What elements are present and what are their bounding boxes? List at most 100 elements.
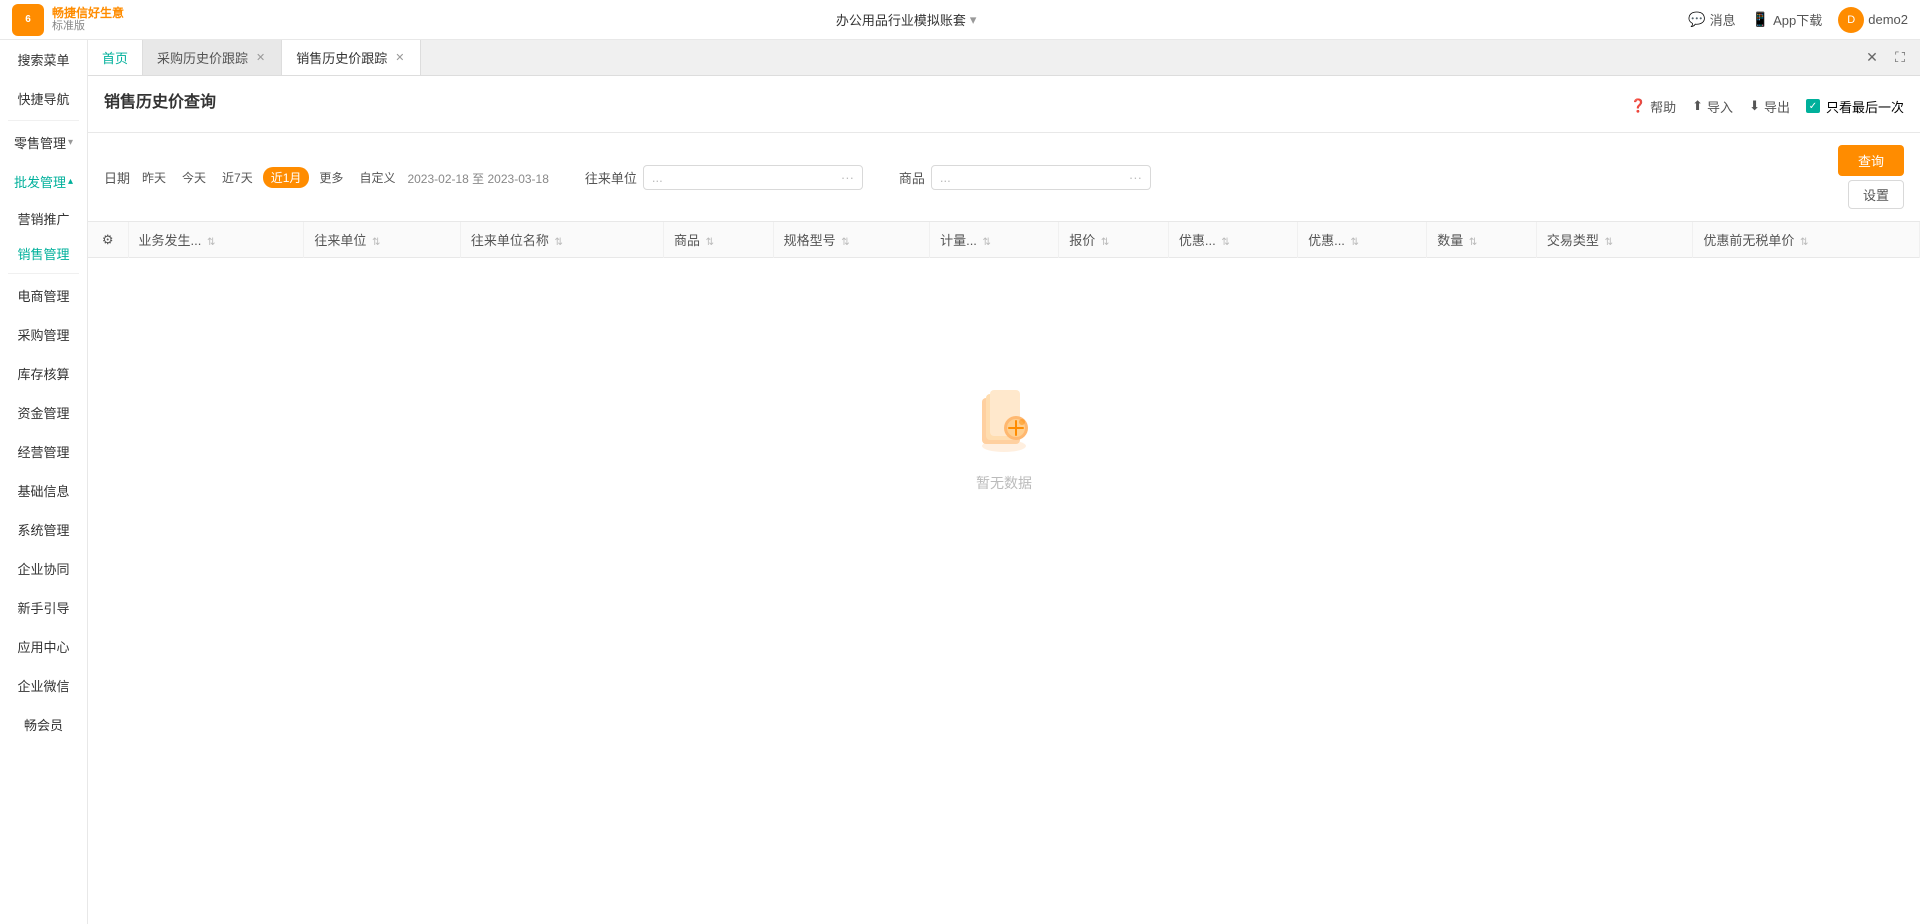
sidebar-label-retail-mgmt: 零售管理	[14, 133, 66, 152]
sidebar-item-inventory[interactable]: 库存核算	[0, 354, 87, 393]
sidebar-item-enterprise-collab[interactable]: 企业协同	[0, 549, 87, 588]
sidebar-item-operations-mgmt[interactable]: 经营管理	[0, 432, 87, 471]
user-info[interactable]: D demo2	[1838, 7, 1908, 33]
page-header: 销售历史价查询 ❓ 帮助 ⬆ 导入 ⬇ 导出	[88, 76, 1920, 133]
sort-partner-icon: ⇅	[372, 237, 380, 248]
col-gear[interactable]: ⚙	[88, 222, 128, 258]
filter-action-btns: 查询 设置	[1838, 145, 1904, 209]
sort-product-icon: ⇅	[706, 237, 714, 248]
topbar-left: 6 畅捷信好生意 标准版	[12, 4, 124, 36]
msg-icon: 💬	[1688, 11, 1705, 28]
sidebar-item-basic-info[interactable]: 基础信息	[0, 471, 87, 510]
date-btn-7days[interactable]: 近7天	[216, 167, 259, 188]
query-button[interactable]: 查询	[1838, 145, 1904, 176]
tab-home-label: 首页	[102, 48, 128, 67]
sidebar-item-new-guide[interactable]: 新手引导	[0, 588, 87, 627]
product-label: 商品	[899, 168, 925, 187]
help-icon: ❓	[1630, 98, 1646, 114]
gear-icon: ⚙	[102, 232, 114, 247]
sidebar-item-app-center[interactable]: 应用中心	[0, 627, 87, 666]
sort-biz-date-icon: ⇅	[207, 237, 215, 248]
page-header-actions: ❓ 帮助 ⬆ 导入 ⬇ 导出 ✓	[1630, 97, 1904, 116]
only-last-checkbox[interactable]: ✓	[1806, 99, 1820, 113]
topbar: 6 畅捷信好生意 标准版 办公用品行业模拟账套 ▾ 💬 消息 📱 App下载 D…	[0, 0, 1920, 40]
product-input[interactable]: ... ···	[931, 165, 1151, 190]
only-last-label: 只看最后一次	[1826, 97, 1904, 116]
sidebar-item-sales-mgmt[interactable]: 销售管理	[0, 236, 87, 271]
table-empty-state: 暂无数据	[88, 258, 1920, 613]
col-biz-date[interactable]: 业务发生... ⇅	[128, 222, 304, 258]
import-label: 导入	[1707, 97, 1733, 116]
date-range-display: 2023-02-18 至 2023-03-18	[407, 170, 548, 187]
help-btn[interactable]: ❓ 帮助	[1630, 97, 1676, 116]
col-discount2[interactable]: 优惠... ⇅	[1298, 222, 1427, 258]
msg-btn[interactable]: 💬 消息	[1688, 10, 1735, 29]
sidebar-item-ecom-mgmt[interactable]: 电商管理	[0, 276, 87, 315]
date-btn-custom[interactable]: 自定义	[353, 167, 401, 188]
sort-qty-icon: ⇅	[1469, 237, 1477, 248]
tab-purchase-history[interactable]: 采购历史价跟踪 ✕	[143, 40, 282, 75]
export-btn[interactable]: ⬇ 导出	[1749, 97, 1790, 116]
settings-button[interactable]: 设置	[1848, 180, 1904, 209]
sidebar-item-marketing[interactable]: 营销推广	[0, 201, 87, 236]
tab-sales-close-icon[interactable]: ✕	[393, 49, 406, 66]
product-input-dots-icon: ···	[1129, 170, 1142, 185]
product-filter-group: 商品 ... ···	[899, 165, 1151, 190]
sidebar-item-purchase-mgmt[interactable]: 采购管理	[0, 315, 87, 354]
sidebar-item-sys-mgmt[interactable]: 系统管理	[0, 510, 87, 549]
only-last-wrap[interactable]: ✓ 只看最后一次	[1806, 97, 1904, 116]
col-partner-name[interactable]: 往来单位名称 ⇅	[460, 222, 663, 258]
col-unit[interactable]: 计量... ⇅	[930, 222, 1059, 258]
tabbar: 首页 采购历史价跟踪 ✕ 销售历史价跟踪 ✕ ✕ ⛶	[88, 40, 1920, 76]
tab-fullscreen-btn[interactable]: ⛶	[1888, 46, 1912, 70]
retail-expand-icon: ▾	[68, 137, 73, 148]
sort-spec-icon: ⇅	[841, 237, 849, 248]
col-trade-type[interactable]: 交易类型 ⇅	[1536, 222, 1692, 258]
topbar-right: 💬 消息 📱 App下载 D demo2	[1688, 7, 1908, 33]
col-spec[interactable]: 规格型号 ⇅	[773, 222, 929, 258]
sidebar-item-quick-nav[interactable]: 快捷导航	[0, 79, 87, 118]
tab-purchase-close-icon[interactable]: ✕	[254, 49, 267, 66]
col-pretax-price[interactable]: 优惠前无税单价 ⇅	[1693, 222, 1920, 258]
app-subtitle: 标准版	[52, 20, 124, 33]
col-partner[interactable]: 往来单位 ⇅	[304, 222, 460, 258]
col-quote[interactable]: 报价 ⇅	[1059, 222, 1169, 258]
sidebar-item-enterprise-wechat[interactable]: 企业微信	[0, 666, 87, 705]
sidebar-label-purchase-mgmt: 采购管理	[17, 328, 69, 343]
col-product[interactable]: 商品 ⇅	[663, 222, 773, 258]
export-label: 导出	[1764, 97, 1790, 116]
table-header: ⚙ 业务发生... ⇅ 往来单位 ⇅ 往来单位名称	[88, 222, 1920, 258]
tab-home[interactable]: 首页	[88, 40, 143, 75]
col-discount1[interactable]: 优惠... ⇅	[1168, 222, 1297, 258]
app-download-btn[interactable]: 📱 App下载	[1752, 10, 1823, 29]
sidebar-item-capital-mgmt[interactable]: 资金管理	[0, 393, 87, 432]
tab-close-all-btn[interactable]: ✕	[1860, 46, 1884, 70]
date-btn-today[interactable]: 今天	[176, 167, 212, 188]
empty-text: 暂无数据	[976, 473, 1032, 493]
sidebar-label-enterprise-collab: 企业协同	[17, 562, 69, 577]
table-container: ⚙ 业务发生... ⇅ 往来单位 ⇅ 往来单位名称	[88, 222, 1920, 924]
sidebar-label-member: 畅会员	[24, 718, 63, 733]
date-btn-more[interactable]: 更多	[313, 167, 349, 188]
sort-discount1-icon: ⇅	[1221, 237, 1229, 248]
sidebar-label-inventory: 库存核算	[17, 367, 69, 382]
date-buttons: 昨天 今天 近7天 近1月 更多 自定义	[136, 167, 401, 188]
data-table: ⚙ 业务发生... ⇅ 往来单位 ⇅ 往来单位名称	[88, 222, 1920, 258]
sidebar-item-retail-mgmt[interactable]: 零售管理 ▾	[0, 123, 87, 162]
top-section: 销售历史价查询 ❓ 帮助 ⬆ 导入 ⬇ 导出	[88, 76, 1920, 222]
sidebar-label-basic-info: 基础信息	[17, 484, 69, 499]
dropdown-arrow-icon[interactable]: ▾	[970, 12, 977, 28]
sidebar-item-search-menu[interactable]: 搜索菜单	[0, 40, 87, 79]
sidebar-item-member[interactable]: 畅会员	[0, 705, 87, 744]
date-btn-1month[interactable]: 近1月	[263, 167, 310, 188]
topbar-center: 办公用品行业模拟账套 ▾	[836, 10, 977, 29]
app-name: 畅捷信好生意	[52, 6, 124, 20]
avatar: D	[1838, 7, 1864, 33]
date-btn-yesterday[interactable]: 昨天	[136, 167, 172, 188]
col-qty[interactable]: 数量 ⇅	[1427, 222, 1537, 258]
sidebar-label-operations-mgmt: 经营管理	[17, 445, 69, 460]
sidebar-item-wholesale-mgmt[interactable]: 批发管理 ▴	[0, 162, 87, 201]
supplier-input[interactable]: ... ···	[643, 165, 863, 190]
import-btn[interactable]: ⬆ 导入	[1692, 97, 1733, 116]
tab-sales-history[interactable]: 销售历史价跟踪 ✕	[282, 40, 421, 75]
